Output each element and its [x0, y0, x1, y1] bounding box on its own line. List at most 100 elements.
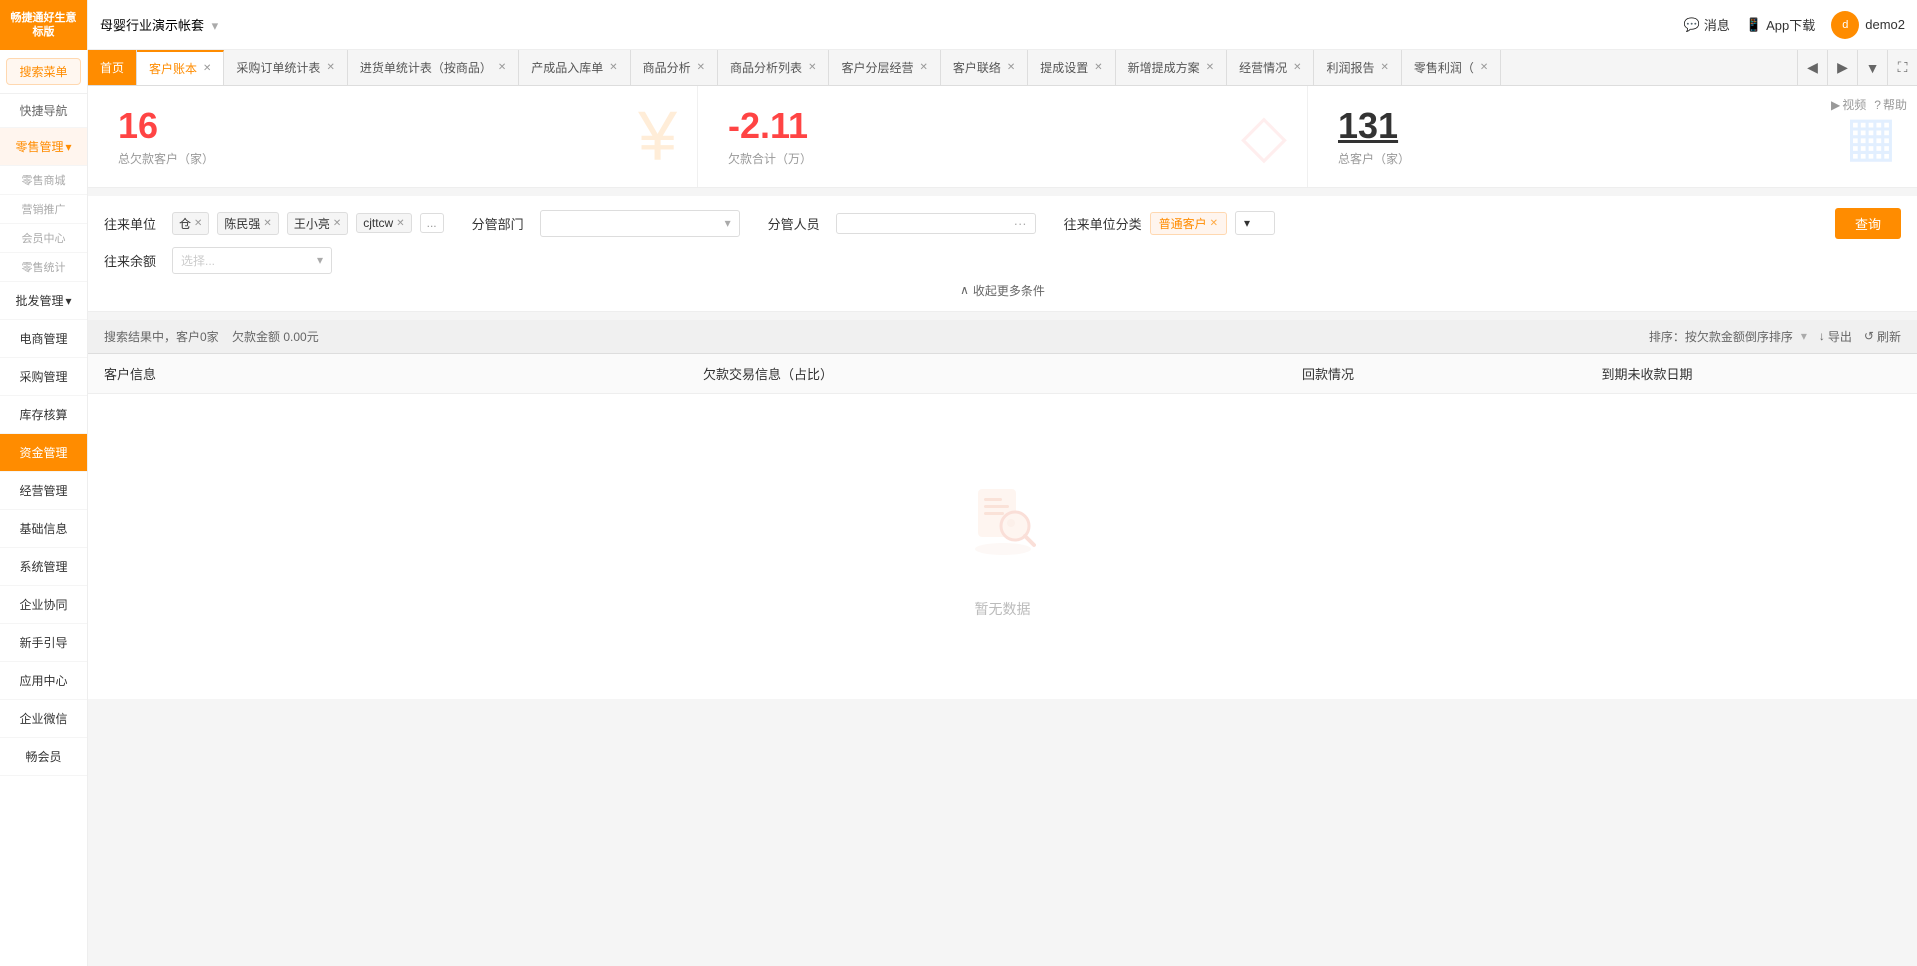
filter-manager-text[interactable]: [845, 216, 1014, 230]
sidebar-item-wechat[interactable]: 企业微信: [0, 700, 87, 738]
tab-customer-capital-label: 客户账本: [149, 60, 197, 77]
help-icon: ?: [1874, 98, 1881, 112]
sidebar-search-section: 搜索菜单: [0, 50, 87, 94]
filter-tag-wangxiaoliang-remove[interactable]: ✕: [333, 218, 341, 229]
filter-tag-warehouse-remove[interactable]: ✕: [194, 218, 202, 229]
tab-retail-profit[interactable]: 零售利润（ ✕: [1402, 50, 1501, 86]
stat-debt-value: -2.11: [728, 106, 808, 146]
user-menu[interactable]: d demo2: [1831, 11, 1905, 39]
sidebar-item-sys[interactable]: 系统管理: [0, 548, 87, 586]
tab-purchase-stats[interactable]: 采购订单统计表 ✕: [224, 50, 347, 86]
tab-produce-instock[interactable]: 产成品入库单 ✕: [519, 50, 630, 86]
tab-close-icon[interactable]: ✕: [808, 62, 816, 73]
filter-more-button[interactable]: ...: [420, 213, 444, 233]
sidebar-item-ops[interactable]: 经营管理: [0, 472, 87, 510]
tab-instock-stats[interactable]: 进货单统计表（按商品） ✕: [348, 50, 519, 86]
search-button[interactable]: 查询: [1835, 208, 1901, 239]
stat-debt-label: 欠款合计（万）: [728, 150, 812, 167]
tab-new-raise[interactable]: 新增提成方案 ✕: [1116, 50, 1227, 86]
tab-close-icon[interactable]: ✕: [1007, 62, 1015, 73]
tab-close-icon[interactable]: ✕: [326, 62, 334, 73]
stat-all-customers: 131 总客户（家） ▦ ▶ 视频 ? 帮助: [1308, 86, 1917, 187]
tab-close-icon[interactable]: ✕: [498, 62, 506, 73]
video-link[interactable]: ▶ 视频: [1831, 96, 1866, 113]
sidebar-logo-version: 标版: [33, 25, 55, 39]
sidebar-item-purchase[interactable]: 采购管理: [0, 358, 87, 396]
tab-raise-settings[interactable]: 提成设置 ✕: [1028, 50, 1115, 86]
tab-close-icon[interactable]: ✕: [1293, 62, 1301, 73]
avatar: d: [1831, 11, 1859, 39]
tab-close-icon[interactable]: ✕: [609, 62, 617, 73]
tab-customer-segment[interactable]: 客户分层经营 ✕: [829, 50, 940, 86]
sidebar-item-new-guide[interactable]: 新手引导: [0, 624, 87, 662]
filter-tag-chenminqiang-remove[interactable]: ✕: [263, 218, 271, 229]
filter-category-value: 普通客户: [1159, 215, 1207, 232]
tab-close-icon[interactable]: ✕: [919, 62, 927, 73]
sidebar-item-inventory[interactable]: 库存核算: [0, 396, 87, 434]
tab-close-icon[interactable]: ✕: [203, 63, 211, 74]
sidebar-item-retail-mall[interactable]: 零售商城: [0, 166, 87, 195]
filter-tag-wangxiaoliang: 王小亮 ✕: [287, 212, 348, 235]
sidebar-quick-nav[interactable]: 快捷导航: [0, 94, 87, 128]
tab-close-icon[interactable]: ✕: [1094, 62, 1102, 73]
stat-all-customers-value: 131: [1338, 106, 1398, 146]
phone-icon: 📱: [1746, 17, 1762, 33]
tab-profit-report-label: 利润报告: [1326, 59, 1374, 76]
filter-credit-select[interactable]: 选择... ▾: [172, 247, 332, 274]
tab-goods-analysis-list[interactable]: 商品分析列表 ✕: [718, 50, 829, 86]
sidebar-item-member[interactable]: 会员中心: [0, 224, 87, 253]
sidebar-item-finance[interactable]: 资金管理: [0, 434, 87, 472]
collapse-label: 收起更多条件: [973, 282, 1045, 299]
tab-home[interactable]: 首页: [88, 50, 137, 86]
sidebar-item-batch-mgmt[interactable]: 批发管理 ▾: [0, 282, 87, 320]
sidebar-item-vip[interactable]: 畅会员: [0, 738, 87, 776]
tabbar-controls: ◀ ▶ ▼ ⛶: [1797, 50, 1917, 86]
tab-scroll-left[interactable]: ◀: [1797, 50, 1827, 86]
filter-category-select[interactable]: ▾: [1235, 211, 1275, 235]
tab-close-icon[interactable]: ✕: [1381, 62, 1389, 73]
filter-collapse-button[interactable]: ∧ 收起更多条件: [104, 282, 1901, 299]
sidebar-item-base[interactable]: 基础信息: [0, 510, 87, 548]
result-actions: 排序：按欠款金额倒序排序 ▾ ↓ 导出 ↺ 刷新: [1649, 328, 1901, 345]
sidebar-item-ecom[interactable]: 电商管理: [0, 320, 87, 358]
tab-close-icon[interactable]: ✕: [1480, 62, 1488, 73]
tab-close-icon[interactable]: ✕: [1206, 62, 1214, 73]
sidebar-item-marketing[interactable]: 营销推广: [0, 195, 87, 224]
filter-category-remove[interactable]: ✕: [1210, 218, 1218, 229]
tab-goods-analysis[interactable]: 商品分析 ✕: [631, 50, 718, 86]
col-debt-info: 欠款交易信息（占比）: [703, 364, 1302, 383]
filter-row-credit: 往来余额 选择... ▾: [104, 247, 1901, 274]
empty-text: 暂无数据: [975, 599, 1031, 619]
filter-dept-select[interactable]: ▾: [540, 210, 740, 237]
tab-close-icon[interactable]: ✕: [697, 62, 705, 73]
tab-customer-contact[interactable]: 客户联络 ✕: [941, 50, 1028, 86]
sidebar-item-retail-stats[interactable]: 零售统计: [0, 253, 87, 282]
sidebar-item-enterprise[interactable]: 企业协同: [0, 586, 87, 624]
help-link[interactable]: ? 帮助: [1874, 96, 1907, 113]
refresh-button[interactable]: ↺ 刷新: [1864, 328, 1901, 345]
export-button[interactable]: ↓ 导出: [1819, 328, 1852, 345]
sidebar-search-button[interactable]: 搜索菜单: [6, 58, 81, 85]
filter-row-unit: 往来单位 仓 ✕ 陈民强 ✕ 王小亮 ✕ cjttcw ✕ ...: [104, 208, 1901, 239]
export-icon: ↓: [1819, 329, 1825, 343]
sidebar-item-retail-mgmt[interactable]: 零售管理 ▾: [0, 128, 87, 166]
sort-selector[interactable]: 排序：按欠款金额倒序排序 ▾: [1649, 328, 1807, 345]
sidebar-logo: 畅捷通好生意 标版: [0, 0, 87, 50]
message-button[interactable]: 💬 消息: [1684, 15, 1730, 34]
tab-fullscreen[interactable]: ⛶: [1887, 50, 1917, 86]
message-icon: 💬: [1684, 17, 1700, 33]
filter-manager-more[interactable]: ···: [1014, 216, 1027, 231]
tab-menu[interactable]: ▼: [1857, 50, 1887, 86]
app-download-button[interactable]: 📱 App下载: [1746, 15, 1815, 34]
tab-profit-report[interactable]: 利润报告 ✕: [1314, 50, 1401, 86]
tab-scroll-right[interactable]: ▶: [1827, 50, 1857, 86]
sidebar-item-app-center[interactable]: 应用中心: [0, 662, 87, 700]
tab-purchase-stats-label: 采购订单统计表: [236, 59, 320, 76]
sidebar: 畅捷通好生意 标版 搜索菜单 快捷导航 零售管理 ▾ 零售商城 营销推广 会员中…: [0, 0, 88, 966]
tab-customer-capital[interactable]: 客户账本 ✕: [137, 50, 224, 86]
filter-category-tag: 普通客户 ✕: [1150, 212, 1227, 235]
tab-ops-status[interactable]: 经营情况 ✕: [1227, 50, 1314, 86]
filter-tag-cjttcw-remove[interactable]: ✕: [396, 218, 404, 229]
filter-tag-cjttcw: cjttcw ✕: [356, 213, 411, 233]
chevron-down-icon: ▾: [1244, 216, 1250, 230]
